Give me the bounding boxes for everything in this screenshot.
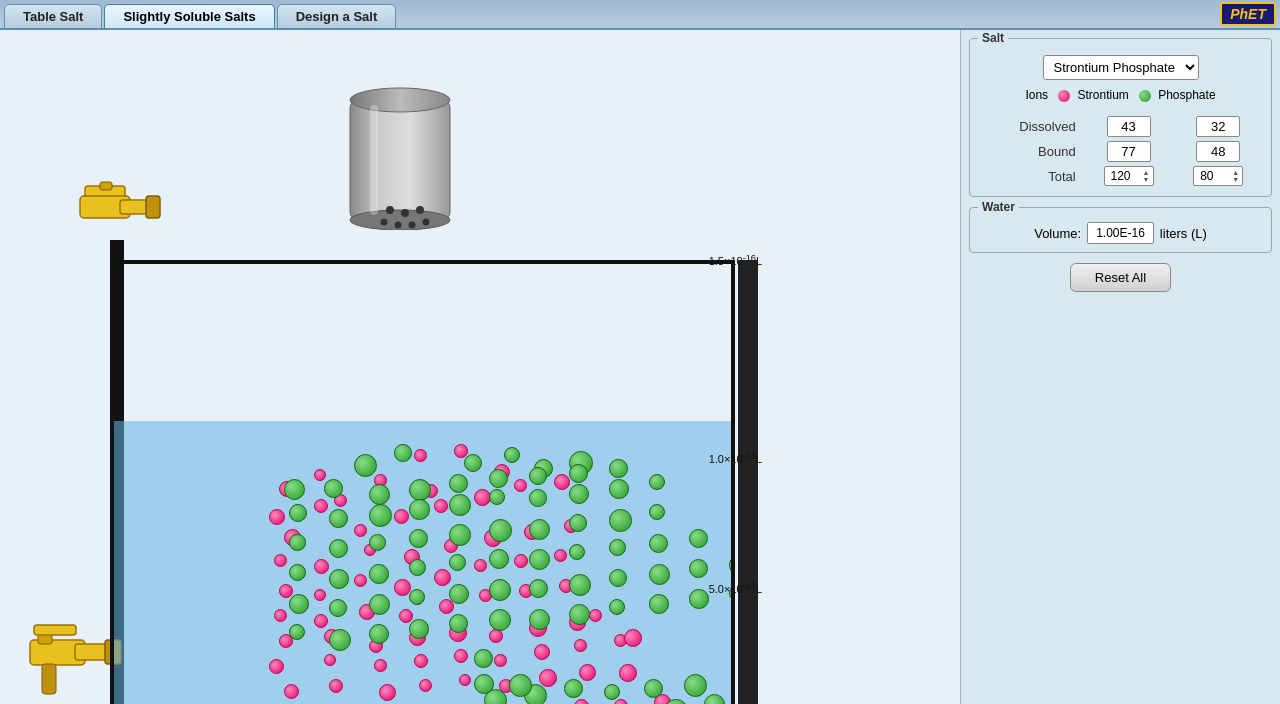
main-layout: 1.5×10-16L 1.0×10-16L 5.0×10-17L Salt St… — [0, 30, 1280, 704]
tab-bar: Table Salt Slightly Soluble Salts Design… — [0, 0, 1280, 30]
total-row: Total 120 ▲ ▼ — [978, 164, 1263, 188]
scale-label-top: 1.5×10-16L — [709, 253, 762, 268]
total-ion1-value: 120 — [1107, 169, 1131, 183]
svg-point-7 — [395, 222, 402, 229]
total-ion1-arrows[interactable]: ▲ ▼ — [1142, 169, 1151, 183]
scale-label-low: 5.0×10-17L — [709, 581, 762, 596]
volume-value: 1.00E-16 — [1087, 222, 1154, 244]
bound-ion2-value: 48 — [1196, 141, 1240, 162]
svg-point-8 — [409, 222, 416, 229]
ions-row: Ions Strontium Phosphate — [978, 88, 1263, 102]
water-section-title: Water — [978, 200, 1019, 214]
total-ion1-up[interactable]: ▲ — [1142, 169, 1151, 176]
volume-unit: liters (L) — [1160, 226, 1207, 241]
svg-point-6 — [381, 219, 388, 226]
bound-ion1-cell: 77 — [1084, 139, 1174, 164]
tab-design-salt[interactable]: Design a Salt — [277, 4, 397, 28]
dissolved-ion2-value: 32 — [1196, 116, 1240, 137]
bound-ion1-value: 77 — [1107, 141, 1151, 162]
svg-rect-0 — [350, 100, 450, 220]
phosphate-dot — [1139, 90, 1151, 102]
svg-point-1 — [350, 88, 450, 112]
svg-point-5 — [416, 206, 424, 214]
salt-shaker — [340, 70, 460, 230]
svg-rect-10 — [370, 105, 378, 215]
simulation-area: 1.5×10-16L 1.0×10-16L 5.0×10-17L — [0, 30, 960, 704]
total-ion2-up[interactable]: ▲ — [1231, 169, 1240, 176]
bound-label: Bound — [978, 139, 1084, 164]
tank — [110, 260, 735, 704]
right-panel: Salt Strontium PhosphateSilver ChromateB… — [960, 30, 1280, 704]
salt-shaker-svg — [340, 70, 460, 230]
salt-section-title: Salt — [978, 31, 1008, 45]
bound-ion2-cell: 48 — [1173, 139, 1263, 164]
svg-rect-21 — [42, 664, 56, 694]
ion-data-table: Dissolved 43 32 Bound 77 — [978, 110, 1263, 188]
svg-point-9 — [423, 219, 430, 226]
dissolved-row: Dissolved 43 32 — [978, 114, 1263, 139]
scale-label-mid: 1.0×10-16L — [709, 451, 762, 466]
reset-all-button[interactable]: Reset All — [1070, 263, 1171, 292]
salt-select[interactable]: Strontium PhosphateSilver ChromateBarium… — [1043, 55, 1199, 80]
total-ion2-down[interactable]: ▼ — [1231, 176, 1240, 183]
strontium-dot — [1058, 90, 1070, 102]
scale-bar — [738, 260, 758, 704]
total-ion1-spinner[interactable]: 120 ▲ ▼ — [1104, 166, 1154, 186]
svg-rect-12 — [100, 182, 112, 190]
volume-row: Volume: 1.00E-16 liters (L) — [978, 222, 1263, 244]
salt-dropdown-row: Strontium PhosphateSilver ChromateBarium… — [978, 55, 1263, 80]
dissolved-ion1-cell: 43 — [1084, 114, 1174, 139]
tab-table-salt[interactable]: Table Salt — [4, 4, 102, 28]
total-ion2-arrows[interactable]: ▲ ▼ — [1231, 169, 1240, 183]
total-ion2-spinner[interactable]: 80 ▲ ▼ — [1193, 166, 1243, 186]
dissolved-ion2-cell: 32 — [1173, 114, 1263, 139]
water-section: Water Volume: 1.00E-16 liters (L) — [969, 207, 1272, 253]
svg-point-4 — [401, 209, 409, 217]
total-ion1-cell: 120 ▲ ▼ — [1084, 164, 1174, 188]
phet-logo: PhET — [1220, 2, 1276, 26]
strontium-label: Strontium — [1077, 88, 1128, 102]
strontium-ion-indicator: Strontium — [1058, 88, 1129, 102]
total-ion1-down[interactable]: ▼ — [1142, 176, 1151, 183]
phosphate-ion-indicator: Phosphate — [1139, 88, 1216, 102]
dissolved-label: Dissolved — [978, 114, 1084, 139]
dissolved-ion1-value: 43 — [1107, 116, 1151, 137]
phosphate-label: Phosphate — [1158, 88, 1215, 102]
ions-label: Ions — [1025, 88, 1048, 102]
total-label: Total — [978, 164, 1084, 188]
tab-slightly-soluble[interactable]: Slightly Soluble Salts — [104, 4, 274, 28]
svg-rect-18 — [34, 625, 76, 635]
volume-label: Volume: — [1034, 226, 1081, 241]
total-ion2-value: 80 — [1196, 169, 1213, 183]
bound-row: Bound 77 48 — [978, 139, 1263, 164]
svg-point-3 — [386, 206, 394, 214]
svg-rect-15 — [146, 196, 160, 218]
total-ion2-cell: 80 ▲ ▼ — [1173, 164, 1263, 188]
salt-section: Salt Strontium PhosphateSilver ChromateB… — [969, 38, 1272, 197]
